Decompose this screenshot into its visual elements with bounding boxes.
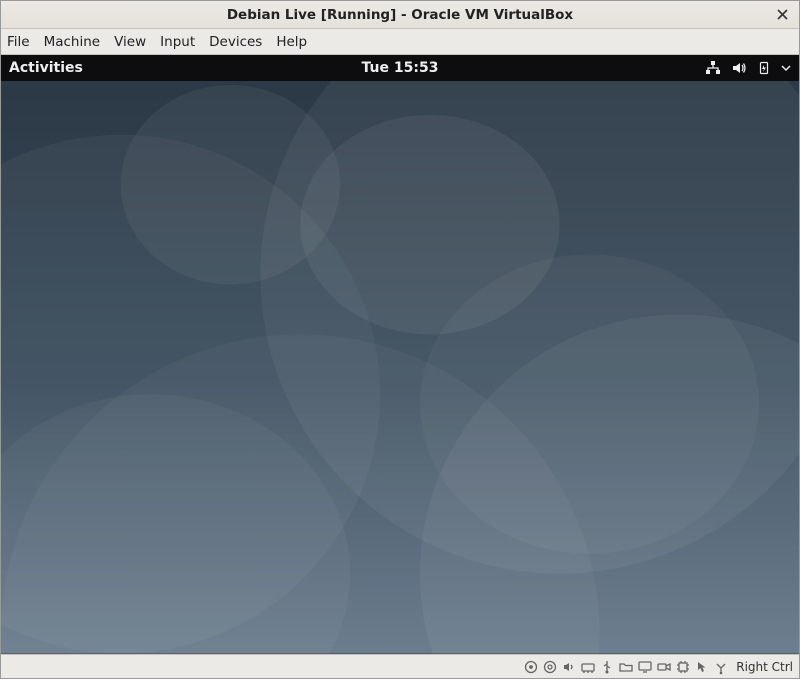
system-tray[interactable] [705,60,791,76]
menubar: File Machine View Input Devices Help [1,29,799,55]
activities-button[interactable]: Activities [9,60,83,76]
mouse-integration-icon[interactable] [694,659,710,675]
close-button[interactable] [774,6,791,23]
close-icon [777,9,788,20]
gnome-topbar: Activities Tue 15:53 [1,55,799,81]
network-icon [705,60,721,76]
power-icon [757,60,771,76]
cpu-icon[interactable] [675,659,691,675]
window-title: Debian Live [Running] - Oracle VM Virtua… [227,7,573,23]
network-adapter-icon[interactable] [580,659,596,675]
menu-input[interactable]: Input [160,34,195,50]
vm-statusbar: Right Ctrl [1,654,799,678]
harddisk-icon[interactable] [523,659,539,675]
display-icon[interactable] [637,659,653,675]
optical-icon[interactable] [542,659,558,675]
menu-devices[interactable]: Devices [209,34,262,50]
menu-help[interactable]: Help [276,34,307,50]
vm-window: Debian Live [Running] - Oracle VM Virtua… [0,0,800,679]
desktop-wallpaper [1,55,799,654]
menu-view[interactable]: View [114,34,146,50]
host-key-label[interactable]: Right Ctrl [736,660,793,674]
keyboard-icon[interactable] [713,659,729,675]
usb-icon[interactable] [599,659,615,675]
volume-icon [731,60,747,76]
guest-display[interactable]: Activities Tue 15:53 [1,55,799,654]
menu-file[interactable]: File [7,34,30,50]
titlebar[interactable]: Debian Live [Running] - Oracle VM Virtua… [1,1,799,29]
recording-icon[interactable] [656,659,672,675]
audio-icon[interactable] [561,659,577,675]
shared-folder-icon[interactable] [618,659,634,675]
chevron-down-icon [781,63,791,73]
menu-machine[interactable]: Machine [44,34,101,50]
clock[interactable]: Tue 15:53 [362,60,439,76]
